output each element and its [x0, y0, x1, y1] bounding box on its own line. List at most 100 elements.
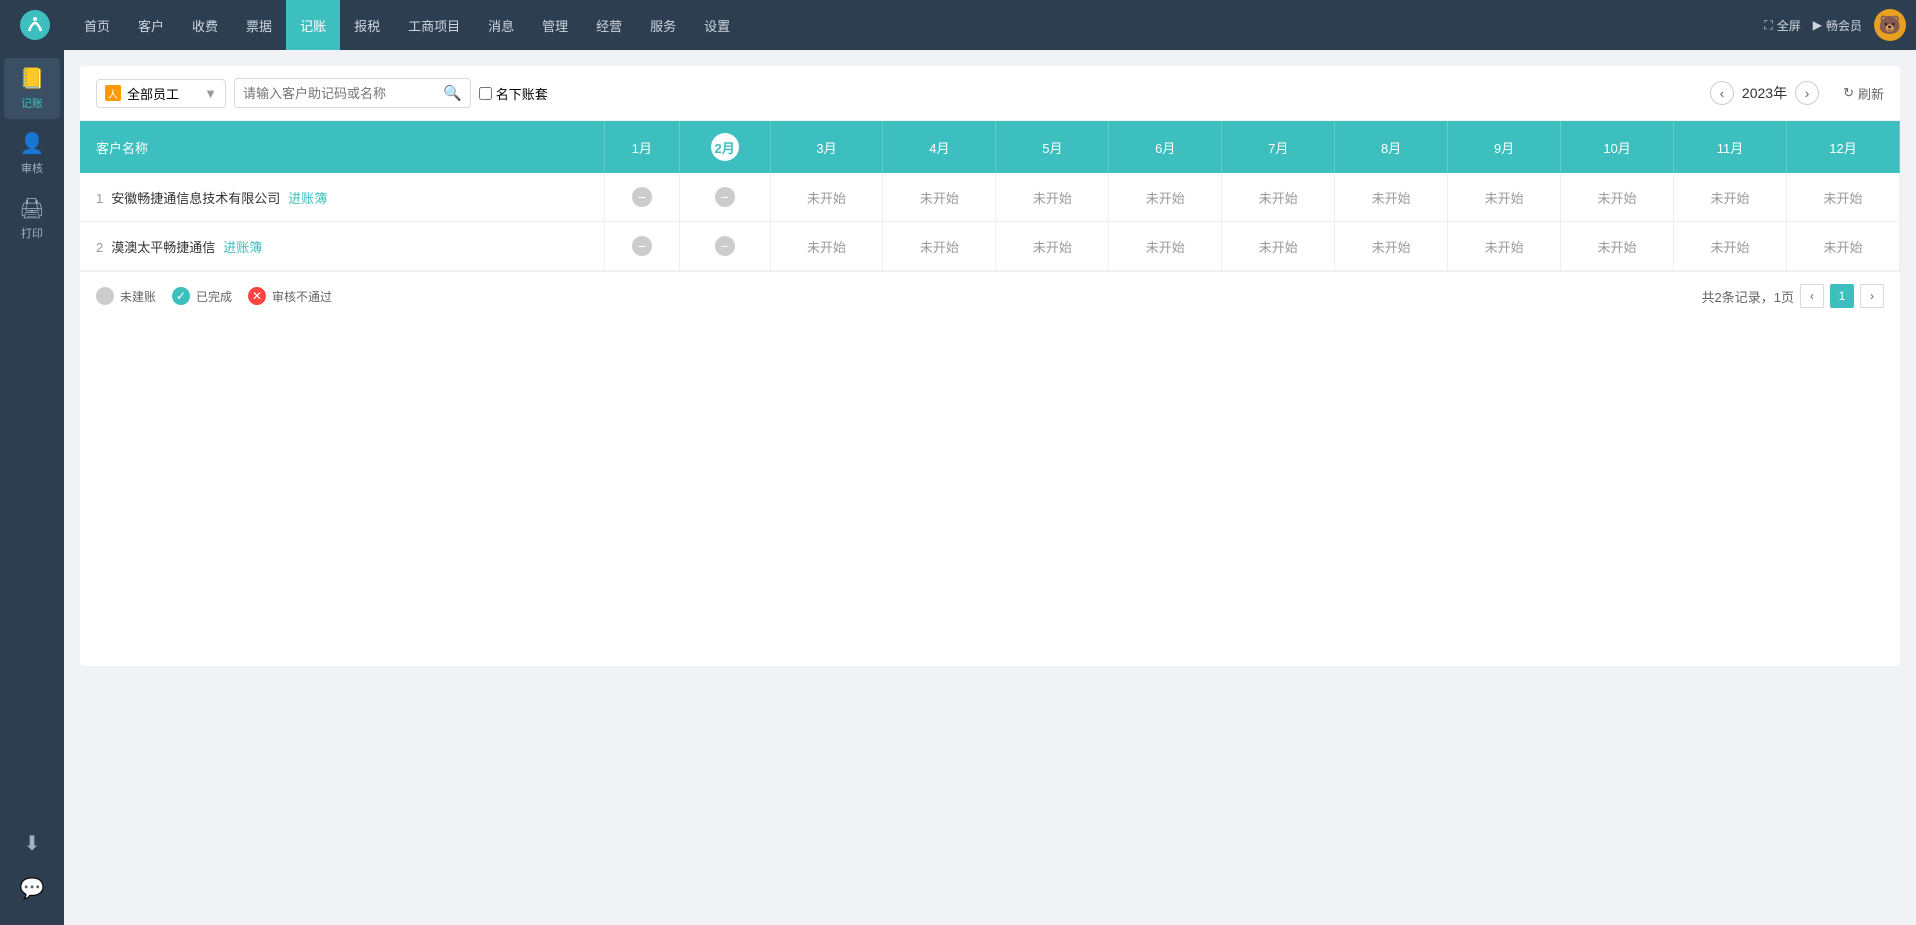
month-cell-5[interactable]: 未开始 — [996, 173, 1109, 222]
month-cell-6[interactable]: 未开始 — [1109, 222, 1222, 271]
status-not-started: 未开始 — [1372, 191, 1411, 206]
sidebar-label-accounting: 记账 — [21, 95, 43, 111]
status-not-started: 未开始 — [1598, 191, 1637, 206]
nav-invoice[interactable]: 票据 — [232, 0, 286, 50]
month-cell-10[interactable]: 未开始 — [1561, 222, 1674, 271]
table-footer: 未建账 ✓ 已完成 ✕ 审核不通过 共2条记录，1页 ‹ 1 › — [80, 271, 1900, 320]
legend-completed-label: 已完成 — [196, 288, 232, 305]
month-cell-9[interactable]: 未开始 — [1448, 173, 1561, 222]
month-cell-3[interactable]: 未开始 — [770, 222, 883, 271]
fullscreen-button[interactable]: ⛶ 全屏 — [1764, 17, 1800, 34]
sidebar-item-chat[interactable]: 💬 — [4, 868, 60, 909]
month-cell-2[interactable]: − — [679, 173, 770, 222]
col-aug: 8月 — [1335, 121, 1448, 173]
company-name: 安徽畅捷通信息技术有限公司 — [111, 191, 280, 206]
month-cell-10[interactable]: 未开始 — [1561, 173, 1674, 222]
nav-operation[interactable]: 经营 — [582, 0, 636, 50]
year-nav: ‹ 2023年 › — [1710, 81, 1819, 105]
table-row: 1安徽畅捷通信息技术有限公司进账簿−−未开始未开始未开始未开始未开始未开始未开始… — [80, 173, 1900, 222]
accounting-icon: 📒 — [20, 66, 45, 91]
accounting-table: 客户名称 1月 2月 3月 4月 5月 6月 7月 8月 9月 — [80, 121, 1900, 271]
row-number: 2 — [96, 240, 103, 255]
col-may: 5月 — [996, 121, 1109, 173]
month-cell-6[interactable]: 未开始 — [1109, 173, 1222, 222]
status-not-started: 未开始 — [1823, 240, 1862, 255]
sidebar-item-download[interactable]: ⬇ — [4, 823, 60, 864]
current-page-button[interactable]: 1 — [1830, 284, 1854, 308]
month-cell-12[interactable]: 未开始 — [1786, 222, 1899, 271]
logo — [10, 9, 60, 41]
month-cell-4[interactable]: 未开始 — [883, 173, 996, 222]
download-icon: ⬇ — [24, 831, 41, 856]
month-cell-1[interactable]: − — [604, 222, 679, 271]
nav-settings[interactable]: 设置 — [690, 0, 744, 50]
prev-year-button[interactable]: ‹ — [1710, 81, 1734, 105]
enter-link[interactable]: 进账簿 — [223, 240, 262, 255]
col-apr: 4月 — [883, 121, 996, 173]
month-cell-7[interactable]: 未开始 — [1222, 173, 1335, 222]
month-cell-7[interactable]: 未开始 — [1222, 222, 1335, 271]
status-dash-icon: − — [715, 236, 735, 256]
status-not-started: 未开始 — [1146, 191, 1185, 206]
customer-cell: 1 安徽畅捷通信息技术有限公司进账簿 — [80, 173, 604, 222]
nav-home[interactable]: 首页 — [70, 0, 124, 50]
status-not-started: 未开始 — [920, 240, 959, 255]
search-input[interactable] — [235, 81, 435, 106]
legend-green-dot: ✓ — [172, 287, 190, 305]
sidebar-item-print[interactable]: 🖨 打印 — [4, 188, 60, 249]
status-not-started: 未开始 — [1710, 240, 1749, 255]
status-not-started: 未开始 — [1598, 240, 1637, 255]
nav-manage[interactable]: 管理 — [528, 0, 582, 50]
month-cell-3[interactable]: 未开始 — [770, 173, 883, 222]
nav-tax[interactable]: 报税 — [340, 0, 394, 50]
under-account-checkbox-input[interactable] — [479, 87, 492, 100]
vip-icon: ▶ — [1813, 18, 1822, 32]
nav-accounting[interactable]: 记账 — [286, 0, 340, 50]
month-cell-9[interactable]: 未开始 — [1448, 222, 1561, 271]
row-number: 1 — [96, 191, 103, 206]
month-cell-1[interactable]: − — [604, 173, 679, 222]
nav-service[interactable]: 服务 — [636, 0, 690, 50]
nav-business[interactable]: 工商项目 — [394, 0, 474, 50]
month-cell-12[interactable]: 未开始 — [1786, 173, 1899, 222]
month-cell-4[interactable]: 未开始 — [883, 222, 996, 271]
prev-page-button[interactable]: ‹ — [1800, 284, 1824, 308]
month-cell-2[interactable]: − — [679, 222, 770, 271]
status-not-started: 未开始 — [1259, 191, 1298, 206]
col-jul: 7月 — [1222, 121, 1335, 173]
legend-not-started: 未建账 — [96, 287, 156, 305]
month-cell-11[interactable]: 未开始 — [1674, 222, 1787, 271]
under-account-checkbox[interactable]: 名下账套 — [479, 84, 548, 103]
month-cell-5[interactable]: 未开始 — [996, 222, 1109, 271]
search-button[interactable]: 🔍 — [435, 79, 470, 107]
enter-link[interactable]: 进账簿 — [288, 191, 327, 206]
refresh-icon: ↻ — [1843, 85, 1854, 101]
nav-message[interactable]: 消息 — [474, 0, 528, 50]
vip-button[interactable]: ▶ 畅会员 — [1813, 17, 1862, 34]
sidebar-label-print: 打印 — [21, 225, 43, 241]
legend-rejected-label: 审核不通过 — [272, 288, 332, 305]
legend-completed: ✓ 已完成 — [172, 287, 232, 305]
employee-select[interactable]: 人 全部员工 ▼ — [96, 79, 226, 108]
under-account-label: 名下账套 — [496, 84, 548, 103]
refresh-button[interactable]: ↻ 刷新 — [1843, 84, 1884, 103]
toolbar: 人 全部员工 ▼ 🔍 名下账套 ‹ 2023年 › — [80, 66, 1900, 121]
status-dash-icon: − — [715, 187, 735, 207]
nav-customer[interactable]: 客户 — [124, 0, 178, 50]
avatar[interactable]: 🐻 — [1874, 9, 1906, 41]
month-cell-8[interactable]: 未开始 — [1335, 173, 1448, 222]
month-cell-11[interactable]: 未开始 — [1674, 173, 1787, 222]
top-right: ⛶ 全屏 ▶ 畅会员 🐻 — [1764, 9, 1906, 41]
sidebar: 📒 记账 👤 审核 🖨 打印 ⬇ 💬 — [0, 50, 64, 925]
next-page-button[interactable]: › — [1860, 284, 1884, 308]
nav-billing[interactable]: 收费 — [178, 0, 232, 50]
content-card: 人 全部员工 ▼ 🔍 名下账套 ‹ 2023年 › — [80, 66, 1900, 666]
top-nav: 首页 客户 收费 票据 记账 报税 工商项目 消息 管理 经营 服务 设置 ⛶ … — [0, 0, 1916, 50]
month-cell-8[interactable]: 未开始 — [1335, 222, 1448, 271]
search-input-wrap: 🔍 — [234, 78, 471, 108]
status-not-started: 未开始 — [1259, 240, 1298, 255]
sidebar-item-review[interactable]: 👤 审核 — [4, 123, 60, 184]
sidebar-item-accounting[interactable]: 📒 记账 — [4, 58, 60, 119]
print-icon: 🖨 — [19, 196, 44, 221]
next-year-button[interactable]: › — [1795, 81, 1819, 105]
